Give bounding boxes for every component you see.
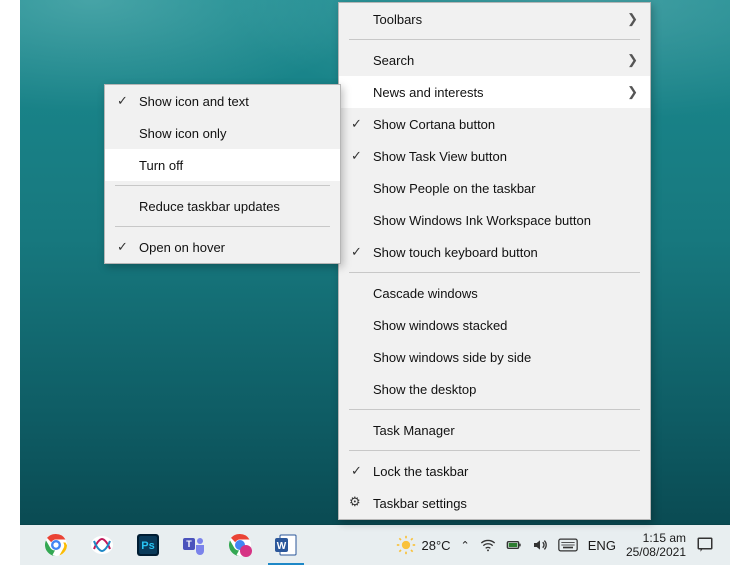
news-interests-submenu: ✓ Show icon and text Show icon only Turn …: [104, 84, 341, 264]
action-center-icon[interactable]: [696, 536, 714, 554]
submenu-item-show-icon-text[interactable]: ✓ Show icon and text: [105, 85, 340, 117]
menu-label: Show the desktop: [373, 382, 476, 397]
weather-temp: 28°C: [422, 538, 451, 553]
menu-label: Lock the taskbar: [373, 464, 468, 479]
menu-item-show-people[interactable]: Show People on the taskbar: [339, 172, 650, 204]
clock[interactable]: 1:15 am 25/08/2021: [626, 531, 686, 559]
sun-icon: [396, 535, 416, 555]
menu-label: Show windows side by side: [373, 350, 531, 365]
menu-label: Show Cortana button: [373, 117, 495, 132]
check-icon: ✓: [117, 239, 128, 255]
menu-separator: [115, 226, 330, 227]
keyboard-icon[interactable]: [558, 538, 578, 552]
menu-separator: [349, 450, 640, 451]
menu-item-cascade[interactable]: Cascade windows: [339, 277, 650, 309]
wifi-icon[interactable]: [480, 537, 496, 553]
menu-separator: [349, 39, 640, 40]
tray-chevron-up-icon[interactable]: ⌃: [461, 539, 470, 552]
language-indicator[interactable]: ENG: [588, 538, 616, 553]
chevron-right-icon: ❯: [627, 84, 638, 100]
svg-text:W: W: [277, 541, 287, 552]
menu-item-toolbars[interactable]: Toolbars ❯: [339, 3, 650, 35]
menu-label: Toolbars: [373, 12, 422, 27]
chrome-canary-icon[interactable]: [226, 531, 254, 559]
clock-time: 1:15 am: [643, 531, 686, 545]
menu-separator: [115, 185, 330, 186]
taskbar[interactable]: Ps T W 28°C ⌃ ENG 1:15 am 25/08/2021: [20, 525, 730, 565]
menu-item-task-manager[interactable]: Task Manager: [339, 414, 650, 446]
menu-label: Cascade windows: [373, 286, 478, 301]
menu-label: Show Task View button: [373, 149, 507, 164]
chevron-right-icon: ❯: [627, 52, 638, 68]
submenu-item-show-icon-only[interactable]: Show icon only: [105, 117, 340, 149]
taskbar-pinned-apps: Ps T W: [20, 525, 300, 565]
speaker-icon[interactable]: [532, 537, 548, 553]
menu-item-show-cortana[interactable]: ✓ Show Cortana button: [339, 108, 650, 140]
check-icon: ✓: [351, 463, 362, 479]
photoshop-icon[interactable]: Ps: [134, 531, 162, 559]
menu-label: Reduce taskbar updates: [139, 199, 280, 214]
check-icon: ✓: [351, 244, 362, 260]
menu-item-show-desktop[interactable]: Show the desktop: [339, 373, 650, 405]
menu-label: Turn off: [139, 158, 183, 173]
menu-label: Show windows stacked: [373, 318, 507, 333]
menu-label: Show icon only: [139, 126, 226, 141]
menu-separator: [349, 409, 640, 410]
gear-icon: ⚙: [349, 494, 361, 510]
teams-icon[interactable]: T: [180, 531, 208, 559]
menu-item-taskbar-settings[interactable]: ⚙ Taskbar settings: [339, 487, 650, 519]
menu-item-lock-taskbar[interactable]: ✓ Lock the taskbar: [339, 455, 650, 487]
menu-label: Show touch keyboard button: [373, 245, 538, 260]
weather-widget[interactable]: 28°C: [396, 535, 451, 555]
battery-icon[interactable]: [506, 537, 522, 553]
word-icon[interactable]: W: [272, 531, 300, 559]
chevron-right-icon: ❯: [627, 11, 638, 27]
menu-separator: [349, 272, 640, 273]
menu-item-stacked[interactable]: Show windows stacked: [339, 309, 650, 341]
taskbar-context-menu: Toolbars ❯ Search ❯ News and interests ❯ ✓ S…: [338, 2, 651, 520]
check-icon: ✓: [117, 93, 128, 109]
menu-label: Show Windows Ink Workspace button: [373, 213, 591, 228]
menu-label: Task Manager: [373, 423, 455, 438]
clock-date: 25/08/2021: [626, 545, 686, 559]
menu-item-news-interests[interactable]: News and interests ❯: [339, 76, 650, 108]
check-icon: ✓: [351, 148, 362, 164]
menu-label: Open on hover: [139, 240, 225, 255]
check-icon: ✓: [351, 116, 362, 132]
menu-item-show-taskview[interactable]: ✓ Show Task View button: [339, 140, 650, 172]
menu-item-sidebyside[interactable]: Show windows side by side: [339, 341, 650, 373]
taskbar-system-tray: 28°C ⌃ ENG 1:15 am 25/08/2021: [396, 531, 731, 559]
menu-item-search[interactable]: Search ❯: [339, 44, 650, 76]
submenu-item-open-on-hover[interactable]: ✓ Open on hover: [105, 231, 340, 263]
submenu-item-turn-off[interactable]: Turn off: [105, 149, 340, 181]
chrome-icon[interactable]: [42, 531, 70, 559]
menu-label: Search: [373, 53, 414, 68]
submenu-item-reduce-updates[interactable]: Reduce taskbar updates: [105, 190, 340, 222]
menu-label: Taskbar settings: [373, 496, 467, 511]
menu-label: News and interests: [373, 85, 484, 100]
menu-item-show-touch-kb[interactable]: ✓ Show touch keyboard button: [339, 236, 650, 268]
snipping-icon[interactable]: [88, 531, 116, 559]
svg-text:T: T: [186, 539, 192, 549]
svg-text:Ps: Ps: [141, 540, 154, 552]
menu-item-show-ink[interactable]: Show Windows Ink Workspace button: [339, 204, 650, 236]
menu-label: Show icon and text: [139, 94, 249, 109]
menu-label: Show People on the taskbar: [373, 181, 536, 196]
